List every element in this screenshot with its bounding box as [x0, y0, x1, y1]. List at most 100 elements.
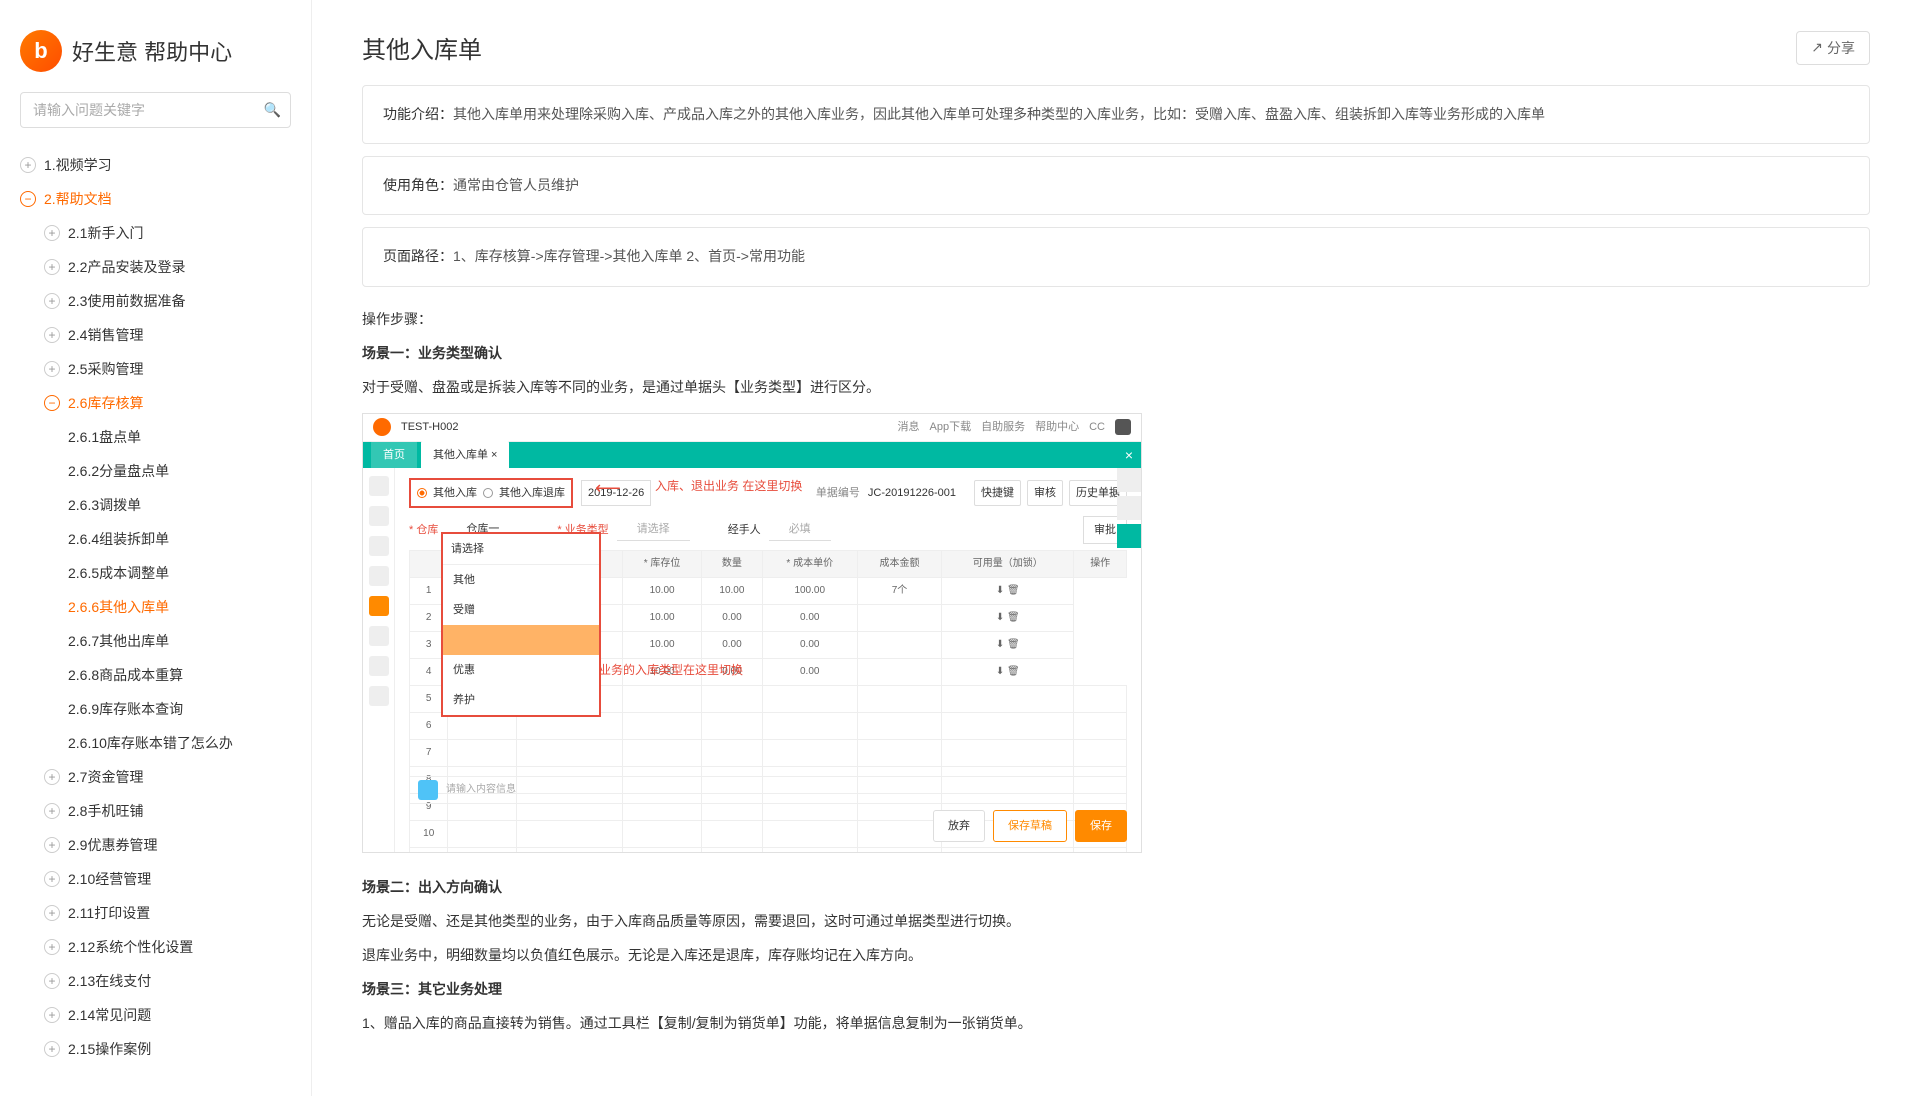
nav-item[interactable]: +2.12系统个性化设置 [20, 930, 291, 964]
nav-item[interactable]: +2.13在线支付 [20, 964, 291, 998]
nav-item[interactable]: +2.1新手入门 [20, 216, 291, 250]
type-value[interactable]: 请选择 [617, 518, 690, 541]
rightbar-item[interactable] [1117, 496, 1141, 520]
ss-tab-home[interactable]: 首页 [371, 441, 417, 469]
radio-in-label: 其他入库 [433, 482, 477, 504]
plus-icon: + [44, 1041, 60, 1057]
ss-side-item[interactable] [369, 566, 389, 586]
scene3-p1: 1、赠品入库的商品直接转为销售。通过工具栏【复制/复制为销货单】功能，将单据信息… [362, 1009, 1870, 1037]
nav-label: 2.10经营管理 [68, 869, 151, 889]
ss-side-item[interactable] [369, 656, 389, 676]
dropdown-item[interactable] [443, 625, 599, 655]
nav-item[interactable]: +2.8手机旺铺 [20, 794, 291, 828]
path-box: 页面路径：1、库存核算->库存管理->其他入库单 2、首页->常用功能 [362, 227, 1870, 286]
nav-item[interactable]: 2.6.6其他入库单 [20, 590, 291, 624]
save-draft-button[interactable]: 保存草稿 [993, 810, 1067, 842]
nav-item[interactable]: +2.3使用前数据准备 [20, 284, 291, 318]
ss-side-item[interactable] [369, 626, 389, 646]
nav-item[interactable]: 2.6.3调拨单 [20, 488, 291, 522]
nav-label: 2.11打印设置 [68, 903, 150, 923]
nav-item[interactable]: 2.6.4组装拆卸单 [20, 522, 291, 556]
logo-row: b 好生意 帮助中心 [20, 30, 291, 72]
dropdown-search[interactable]: 请选择 [443, 534, 599, 565]
ss-side-item[interactable] [369, 686, 389, 706]
nav-item[interactable]: 2.6.5成本调整单 [20, 556, 291, 590]
annotation-1: 入库、退出业务 在这里切换 [655, 474, 802, 498]
ss-content: 其他入库 其他入库退库 2019-12-26 单据编号 JC-20191226-… [395, 468, 1141, 852]
ss-menu-item[interactable]: 帮助中心 [1035, 416, 1079, 438]
nav-item[interactable]: +2.10经营管理 [20, 862, 291, 896]
intro-label: 功能介绍： [383, 106, 453, 122]
table-row[interactable]: 11 [410, 847, 1127, 853]
rightbar-item[interactable] [1117, 468, 1141, 492]
ss-rightbar [1117, 468, 1141, 552]
nav-label: 2.6.9库存账本查询 [68, 699, 183, 719]
memo-placeholder: 请输入内容信息 [446, 780, 516, 800]
search-input[interactable] [20, 92, 291, 128]
ss-menu-item[interactable]: CC [1089, 416, 1105, 438]
table-header: 数量 [702, 550, 763, 577]
plus-icon: + [44, 769, 60, 785]
ss-side-item[interactable] [369, 506, 389, 526]
nav-item[interactable]: +2.9优惠券管理 [20, 828, 291, 862]
dropdown-item[interactable]: 其他 [443, 565, 599, 595]
nav-item[interactable]: 2.6.7其他出库单 [20, 624, 291, 658]
nav-item[interactable]: 2.6.2分量盘点单 [20, 454, 291, 488]
nav-label: 2.6.5成本调整单 [68, 563, 169, 583]
dropdown-item[interactable]: 受赠 [443, 595, 599, 625]
plus-icon: + [44, 1007, 60, 1023]
ss-tab-main[interactable]: 其他入库单 × [421, 441, 509, 469]
ss-menu-item[interactable]: 消息 [898, 416, 920, 438]
dropdown-item[interactable]: 养护 [443, 685, 599, 715]
person-value[interactable]: 必填 [769, 518, 831, 541]
rightbar-item[interactable] [1117, 524, 1141, 548]
nav-label: 2.6.1盘点单 [68, 427, 141, 447]
nav-item[interactable]: +2.11打印设置 [20, 896, 291, 930]
sidebar: b 好生意 帮助中心 🔍 +1.视频学习−2.帮助文档+2.1新手入门+2.2产… [0, 0, 312, 1096]
nav-item[interactable]: −2.6库存核算 [20, 386, 291, 420]
row-actions[interactable]: ⬇ 🗑 [942, 604, 1074, 631]
nav-item[interactable]: +2.5采购管理 [20, 352, 291, 386]
ss-menu-item[interactable]: 自助服务 [981, 416, 1025, 438]
plus-icon: + [44, 973, 60, 989]
save-button[interactable]: 保存 [1075, 810, 1127, 842]
minus-icon: − [20, 191, 36, 207]
nav-label: 2.7资金管理 [68, 767, 143, 787]
nav-item[interactable]: +2.7资金管理 [20, 760, 291, 794]
table-row[interactable]: 7 [410, 739, 1127, 766]
page-header: 其他入库单 ↗ 分享 [362, 30, 1870, 65]
close-icon[interactable]: × [1125, 441, 1133, 469]
share-button[interactable]: ↗ 分享 [1796, 31, 1870, 65]
toolbar-button[interactable]: 快捷键 [974, 480, 1021, 506]
row-actions[interactable]: ⬇ 🗑 [942, 577, 1074, 604]
radio-out-icon[interactable] [483, 488, 493, 498]
radio-in-icon[interactable] [417, 488, 427, 498]
ss-side-item-active[interactable] [369, 596, 389, 616]
nav-item[interactable]: 2.6.1盘点单 [20, 420, 291, 454]
memo-field[interactable]: 请输入内容信息 [409, 776, 1127, 804]
dropdown-item[interactable]: 优惠 [443, 655, 599, 685]
discard-button[interactable]: 放弃 [933, 810, 985, 842]
nav-item[interactable]: +2.2产品安装及登录 [20, 250, 291, 284]
ss-side-item[interactable] [369, 536, 389, 556]
ss-sidebar [363, 468, 395, 852]
table-header: 可用量（加锁） [942, 550, 1074, 577]
nav-item[interactable]: 2.6.8商品成本重算 [20, 658, 291, 692]
nav-item[interactable]: +1.视频学习 [20, 148, 291, 182]
nav-label: 2.6库存核算 [68, 393, 143, 413]
warehouse-label: * 仓库 [409, 519, 438, 541]
nav-item[interactable]: 2.6.9库存账本查询 [20, 692, 291, 726]
nav-item[interactable]: +2.14常见问题 [20, 998, 291, 1032]
nav-item[interactable]: −2.帮助文档 [20, 182, 291, 216]
nav-label: 2.1新手入门 [68, 223, 143, 243]
nav-item[interactable]: +2.4销售管理 [20, 318, 291, 352]
row-actions[interactable]: ⬇ 🗑 [942, 658, 1074, 685]
ss-side-item[interactable] [369, 476, 389, 496]
row-actions[interactable]: ⬇ 🗑 [942, 631, 1074, 658]
share-label: 分享 [1827, 38, 1855, 58]
nav-item[interactable]: 2.6.10库存账本错了怎么办 [20, 726, 291, 760]
nav-item[interactable]: +2.15操作案例 [20, 1032, 291, 1066]
ss-menu-item[interactable]: App下载 [930, 416, 972, 438]
toolbar-button[interactable]: 审核 [1027, 480, 1063, 506]
logo-icon: b [20, 30, 62, 72]
